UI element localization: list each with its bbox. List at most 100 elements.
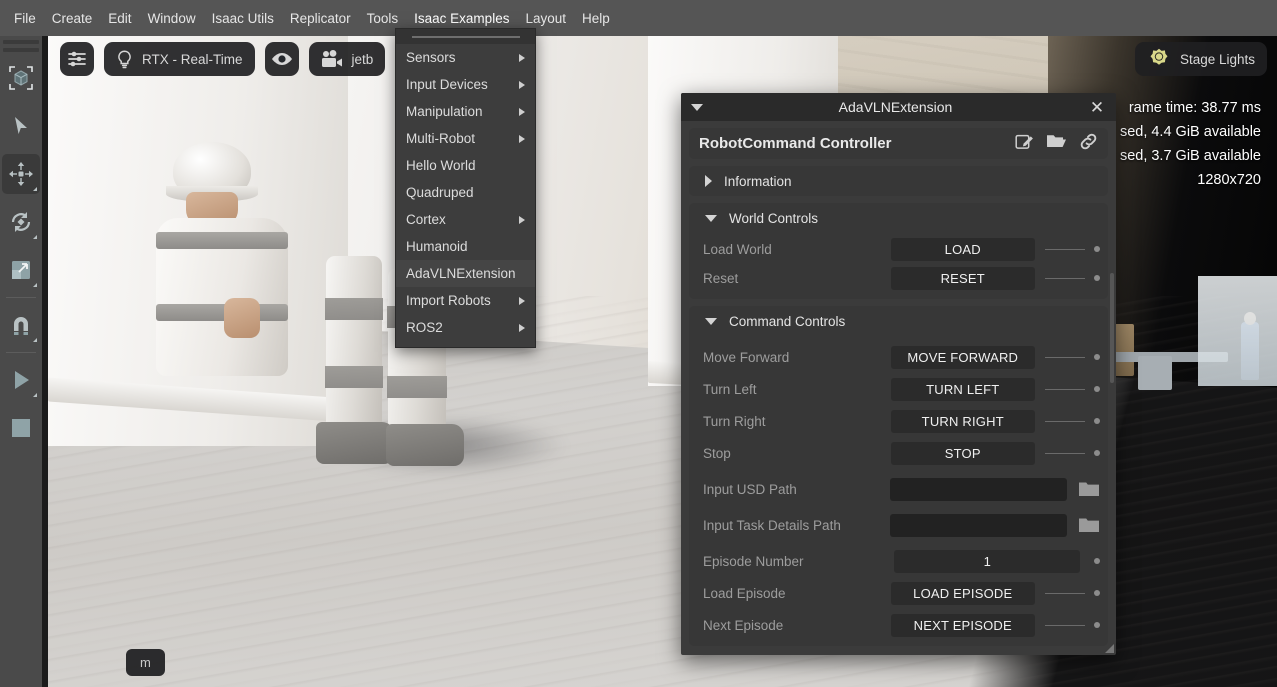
dropdown-item-sensors[interactable]: Sensors — [396, 44, 535, 71]
menu-layout[interactable]: Layout — [517, 6, 574, 31]
move-tool-flyout-indicator[interactable] — [33, 187, 37, 191]
turn-right-button[interactable]: TURN RIGHT — [890, 409, 1035, 433]
menu-edit[interactable]: Edit — [100, 6, 139, 31]
lightbulb-icon — [118, 49, 131, 68]
dropdown-item-humanoid[interactable]: Humanoid — [396, 233, 535, 260]
menu-replicator[interactable]: Replicator — [282, 6, 359, 31]
row-stop: Stop STOP — [689, 440, 1108, 466]
next-episode-button[interactable]: NEXT EPISODE — [890, 613, 1035, 637]
browse-usd-path-button[interactable] — [1077, 478, 1100, 500]
panel-resize-handle[interactable] — [1102, 641, 1116, 655]
reset-dot-icon[interactable] — [1094, 386, 1100, 392]
row-turn-left: Turn Left TURN LEFT — [689, 376, 1108, 402]
panel-title: AdaVLNExtension — [838, 99, 953, 115]
dropdown-item-adavlnextension[interactable]: AdaVLNExtension — [396, 260, 535, 287]
reset-dot-icon[interactable] — [1094, 246, 1100, 252]
section-command-controls-header[interactable]: Command Controls — [689, 306, 1108, 336]
panel-scrollbar[interactable] — [1110, 273, 1114, 383]
dropdown-item-multi-robot[interactable]: Multi-Robot — [396, 125, 535, 152]
dropdown-item-input-devices[interactable]: Input Devices — [396, 71, 535, 98]
load-episode-button[interactable]: LOAD EPISODE — [890, 581, 1035, 605]
row-tail — [1045, 246, 1100, 252]
snap-tool-flyout-indicator[interactable] — [33, 338, 37, 342]
tail-line — [1045, 452, 1085, 454]
chevron-right-icon — [519, 296, 525, 305]
reset-dot-icon[interactable] — [1094, 558, 1100, 564]
section-title: Information — [724, 173, 792, 189]
stop-tool[interactable] — [2, 408, 40, 448]
row-tail — [1045, 590, 1100, 596]
move-tool[interactable] — [2, 154, 40, 194]
camera-selector[interactable]: jetb — [308, 42, 386, 76]
chevron-down-icon[interactable] — [691, 103, 703, 111]
dropdown-item-label: Input Devices — [406, 77, 488, 92]
dropdown-item-quadruped[interactable]: Quadruped — [396, 179, 535, 206]
reset-dot-icon[interactable] — [1094, 590, 1100, 596]
row-tail — [1045, 622, 1100, 628]
dropdown-item-import-robots[interactable]: Import Robots — [396, 287, 535, 314]
row-label: Reset — [703, 270, 739, 286]
stage-lights-button[interactable]: Stage Lights — [1134, 42, 1267, 76]
tail-line — [1045, 388, 1085, 390]
scale-tool-flyout-indicator[interactable] — [33, 283, 37, 287]
dropdown-item-cortex[interactable]: Cortex — [396, 206, 535, 233]
play-tool-flyout-indicator[interactable] — [33, 393, 37, 397]
tail-line — [1045, 624, 1085, 626]
chevron-right-icon — [519, 80, 525, 89]
scale-tool[interactable] — [2, 250, 40, 290]
edit-icon[interactable] — [1015, 132, 1034, 156]
dropdown-drag-handle[interactable] — [396, 29, 535, 44]
select-bounding-box-tool[interactable] — [2, 58, 40, 98]
section-world-controls-header[interactable]: World Controls — [689, 203, 1108, 233]
dropdown-item-hello-world[interactable]: Hello World — [396, 152, 535, 179]
reset-dot-icon[interactable] — [1094, 418, 1100, 424]
panel-body: RobotCommand Controller Information Worl… — [681, 121, 1116, 655]
input-task-details-path-field[interactable] — [889, 513, 1068, 537]
input-usd-path-field[interactable] — [889, 477, 1068, 501]
stop-button[interactable]: STOP — [890, 441, 1035, 465]
move-forward-button[interactable]: MOVE FORWARD — [890, 345, 1035, 369]
open-folder-icon[interactable] — [1046, 132, 1067, 155]
reset-dot-icon[interactable] — [1094, 275, 1100, 281]
dropdown-item-manipulation[interactable]: Manipulation — [396, 98, 535, 125]
viewport-settings-button[interactable] — [60, 42, 94, 76]
renderer-selector[interactable]: RTX - Real-Time — [104, 42, 255, 76]
reset-dot-icon[interactable] — [1094, 354, 1100, 360]
viewport-toolbar: RTX - Real-Time jetb — [60, 42, 386, 76]
episode-number-input[interactable]: 1 — [894, 549, 1080, 573]
browse-task-details-path-button[interactable] — [1077, 514, 1100, 536]
rotate-tool-flyout-indicator[interactable] — [33, 235, 37, 239]
menu-file[interactable]: File — [6, 6, 44, 31]
menu-create[interactable]: Create — [44, 6, 101, 31]
snap-tool[interactable] — [2, 305, 40, 345]
row-label: Input USD Path — [703, 481, 797, 497]
turn-left-button[interactable]: TURN LEFT — [890, 377, 1035, 401]
dropdown-item-label: Sensors — [406, 50, 456, 65]
section-title: World Controls — [729, 210, 819, 226]
load-world-button[interactable]: LOAD — [890, 237, 1035, 261]
section-world-controls: World Controls Load World LOAD Reset RES… — [689, 203, 1108, 299]
reset-dot-icon[interactable] — [1094, 450, 1100, 456]
reset-dot-icon[interactable] — [1094, 622, 1100, 628]
camera-label: jetb — [351, 51, 374, 67]
reset-button[interactable]: RESET — [890, 266, 1035, 290]
visibility-toggle-button[interactable] — [264, 42, 299, 76]
link-icon[interactable] — [1079, 132, 1098, 156]
stats-resolution: 1280x720 — [1197, 172, 1261, 188]
rotate-tool[interactable] — [2, 202, 40, 242]
dropdown-item-ros2[interactable]: ROS2 — [396, 314, 535, 341]
menu-isaac-utils[interactable]: Isaac Utils — [204, 6, 282, 31]
menu-help[interactable]: Help — [574, 6, 618, 31]
rail-separator-2 — [6, 352, 36, 353]
menu-isaac-examples[interactable]: Isaac Examples — [406, 5, 518, 31]
select-arrow-tool[interactable] — [2, 106, 40, 146]
dropdown-item-label: ROS2 — [406, 320, 443, 335]
unit-badge[interactable]: m — [126, 649, 165, 676]
panel-titlebar[interactable]: AdaVLNExtension ✕ — [681, 93, 1116, 121]
close-icon[interactable]: ✕ — [1088, 99, 1106, 116]
menu-window[interactable]: Window — [140, 6, 204, 31]
menu-tools[interactable]: Tools — [359, 6, 407, 31]
play-tool[interactable] — [2, 360, 40, 400]
section-information-header[interactable]: Information — [689, 166, 1108, 196]
eye-icon — [271, 53, 292, 65]
